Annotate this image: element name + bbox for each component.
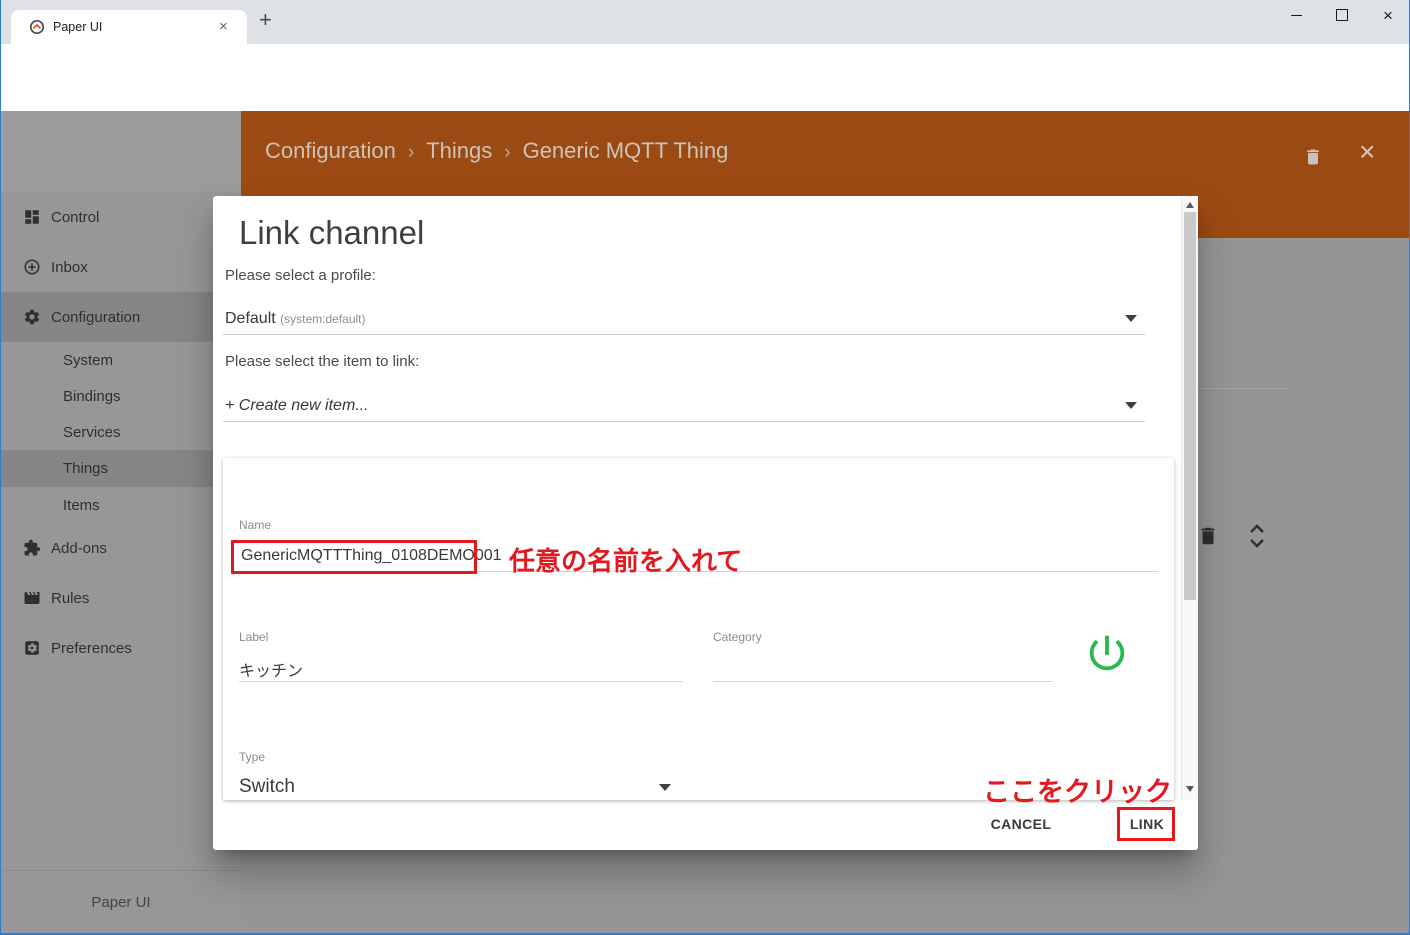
breadcrumb-current: Generic MQTT Thing <box>522 138 729 163</box>
maximize-icon <box>1336 9 1348 21</box>
sidebar: Control Inbox Configuration System Bindi… <box>1 192 241 933</box>
link-channel-dialog: Link channel Please select a profile: De… <box>213 196 1198 850</box>
sidebar-item-preferences[interactable]: Preferences <box>1 623 241 673</box>
profile-select-value: Default <box>225 310 276 327</box>
label-field-underline <box>239 681 683 682</box>
sidebar-item-system[interactable]: System <box>1 342 241 378</box>
name-field-label: Name <box>239 518 272 532</box>
label-field-value[interactable]: キッチン <box>239 657 303 681</box>
browser-toolbar: 保護されていない通信 <box>1 44 1409 120</box>
new-tab-button[interactable]: + <box>259 7 272 33</box>
scrollbar-up-arrow[interactable] <box>1186 202 1194 208</box>
profile-select[interactable]: Default (system:default) <box>225 310 366 328</box>
item-prompt: Please select the item to link: <box>225 353 420 370</box>
browser-tab[interactable]: Paper UI × <box>11 10 247 44</box>
window-close-icon: × <box>1383 5 1393 25</box>
preferences-icon <box>25 641 39 655</box>
dashboard-icon <box>25 210 39 224</box>
link-annotation-box <box>1117 807 1175 841</box>
gear-icon <box>24 309 40 325</box>
sidebar-footer-divider <box>1 870 241 871</box>
sidebar-item-control[interactable]: Control <box>1 192 241 242</box>
label-field-label: Label <box>239 630 269 644</box>
window-close-button[interactable]: × <box>1365 0 1409 30</box>
breadcrumb-separator: › <box>504 142 511 163</box>
browser-window: Paper UI × + × 保護されていない通信 <box>0 0 1410 935</box>
scrollbar-thumb[interactable] <box>1184 212 1196 600</box>
scrollbar-down-arrow[interactable] <box>1186 786 1194 792</box>
type-select-value[interactable]: Switch <box>239 776 295 798</box>
name-annotation-box <box>231 540 477 574</box>
item-dropdown-arrow-icon[interactable] <box>1125 402 1137 409</box>
sidebar-item-services[interactable]: Services <box>1 414 241 450</box>
header-trash-icon[interactable] <box>1303 146 1323 168</box>
dialog-scrollbar[interactable] <box>1181 196 1198 800</box>
profile-select-underline <box>223 334 1145 335</box>
add-circle-icon <box>24 259 40 275</box>
type-field-label: Type <box>239 750 266 764</box>
sidebar-label: Control <box>51 209 100 226</box>
browser-titlebar: Paper UI × + × <box>1 0 1409 44</box>
sidebar-label: Preferences <box>51 640 132 657</box>
sidebar-footer-label: Paper UI <box>91 894 151 911</box>
sidebar-item-items[interactable]: Items <box>1 487 241 523</box>
sidebar-label: Services <box>63 424 121 441</box>
puzzle-icon <box>24 539 41 556</box>
sidebar-label: Inbox <box>51 259 88 276</box>
sidebar-label: Things <box>63 460 109 477</box>
openhab-favicon <box>29 19 45 35</box>
sidebar-item-configuration[interactable]: Configuration <box>1 292 241 342</box>
header-close-icon[interactable]: × <box>1359 138 1375 166</box>
tab-title: Paper UI <box>53 20 103 34</box>
category-field-label: Category <box>713 630 762 644</box>
sort-chevrons-icon <box>1250 524 1264 548</box>
breadcrumb-things[interactable]: Things <box>426 138 492 163</box>
new-item-card: Name GenericMQTTThing_0108DEMO001 任意の名前を… <box>223 458 1174 800</box>
movie-icon <box>24 592 40 604</box>
sidebar-label: Configuration <box>51 309 141 326</box>
cancel-button[interactable]: CANCEL <box>976 816 1066 832</box>
sidebar-label: Items <box>63 497 100 514</box>
sidebar-item-bindings[interactable]: Bindings <box>1 378 241 414</box>
profile-select-detail: (system:default) <box>280 312 366 326</box>
openhab-logo-box: openHAB empowering the smart home <box>1 111 241 282</box>
minimize-icon <box>1290 14 1302 16</box>
sidebar-label: Add-ons <box>51 540 107 557</box>
sidebar-label: System <box>63 352 114 369</box>
window-minimize-button[interactable] <box>1273 0 1319 30</box>
profile-dropdown-arrow-icon[interactable] <box>1125 315 1137 322</box>
name-annotation-text: 任意の名前を入れて <box>509 546 743 576</box>
sidebar-item-things[interactable]: Things <box>1 450 241 487</box>
type-dropdown-arrow-icon[interactable] <box>659 784 671 791</box>
category-field-underline <box>713 681 1053 682</box>
breadcrumb: Configuration › Things › Generic MQTT Thing <box>265 138 728 164</box>
sidebar-label: Rules <box>51 590 90 607</box>
sidebar-item-rules[interactable]: Rules <box>1 573 241 623</box>
tab-close-icon[interactable]: × <box>219 18 228 35</box>
breadcrumb-configuration[interactable]: Configuration <box>265 138 396 163</box>
breadcrumb-separator: › <box>407 142 415 163</box>
sidebar-item-inbox[interactable]: Inbox <box>1 242 241 292</box>
window-maximize-button[interactable] <box>1319 0 1365 30</box>
sidebar-label: Bindings <box>63 388 121 405</box>
item-select-underline <box>223 421 1145 422</box>
dialog-title: Link channel <box>239 214 425 251</box>
item-select[interactable]: + Create new item... <box>225 397 369 415</box>
thing-trash-icon <box>1201 527 1215 545</box>
click-annotation-text: ここをクリック <box>983 777 1172 807</box>
sidebar-item-addons[interactable]: Add-ons <box>1 523 241 573</box>
bookmarks-bar: アプリ » <box>1 78 1409 183</box>
profile-prompt: Please select a profile: <box>225 267 376 284</box>
power-icon <box>1089 635 1125 671</box>
